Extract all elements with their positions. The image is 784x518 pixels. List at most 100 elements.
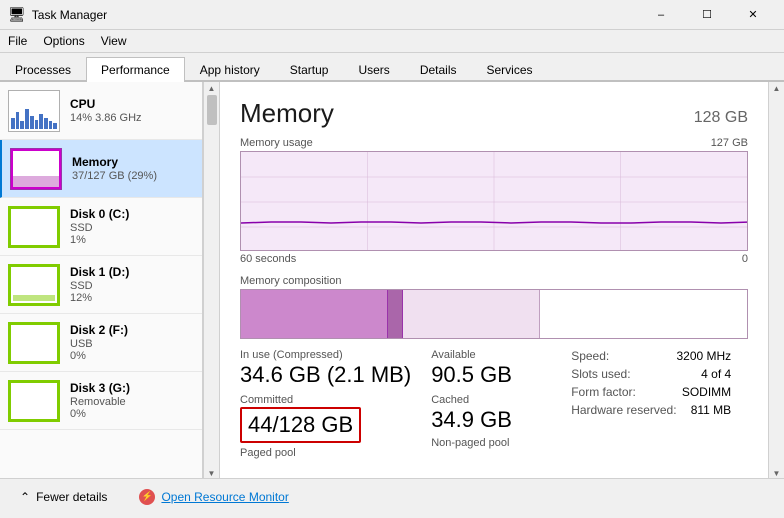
reserved-row: Hardware reserved: 811 MB: [571, 403, 731, 417]
form-label: Form factor:: [571, 385, 636, 399]
memory-info: Memory 37/127 GB (29%): [72, 155, 194, 182]
sidebar-container: CPU 14% 3.86 GHz Memory 37/127 GB (29%): [0, 82, 220, 478]
maximize-button[interactable]: ☐: [684, 0, 730, 30]
app-title: Task Manager: [32, 8, 638, 22]
cached-value: 34.9 GB: [431, 407, 551, 433]
composition-free: [540, 290, 747, 338]
disk3-thumbnail: [8, 380, 60, 422]
content-total: 128 GB: [694, 109, 748, 127]
window-controls: – ☐ ✕: [638, 0, 776, 30]
sidebar-item-cpu[interactable]: CPU 14% 3.86 GHz: [0, 82, 202, 140]
close-button[interactable]: ✕: [730, 0, 776, 30]
tab-processes[interactable]: Processes: [0, 57, 86, 82]
non-paged-label: Non-paged pool: [431, 437, 551, 449]
menu-view[interactable]: View: [93, 32, 135, 50]
slots-row: Slots used: 4 of 4: [571, 367, 731, 381]
speed-row: Speed: 3200 MHz: [571, 349, 731, 363]
disk2-pct: 0%: [70, 350, 194, 362]
sidebar-item-disk3[interactable]: Disk 3 (G:) Removable 0%: [0, 372, 202, 430]
composition-modified: [388, 290, 403, 338]
composition-standby: [403, 290, 540, 338]
chart1-max: 127 GB: [711, 137, 748, 149]
open-resource-monitor-button[interactable]: ⚡ Open Resource Monitor: [131, 485, 296, 509]
tab-performance[interactable]: Performance: [86, 57, 185, 82]
tab-services[interactable]: Services: [472, 57, 548, 82]
fewer-details-label: Fewer details: [36, 490, 107, 504]
memory-usage-chart: [240, 151, 748, 251]
sidebar-item-disk0[interactable]: Disk 0 (C:) SSD 1%: [0, 198, 202, 256]
reserved-value: 811 MB: [691, 403, 731, 417]
tab-users[interactable]: Users: [343, 57, 404, 82]
disk0-info: Disk 0 (C:) SSD 1%: [70, 207, 194, 246]
disk1-label: Disk 1 (D:): [70, 265, 194, 279]
in-use-label: In use (Compressed): [240, 349, 411, 361]
cpu-detail: 14% 3.86 GHz: [70, 112, 194, 124]
menu-bar: File Options View: [0, 30, 784, 53]
available-stat: Available 90.5 GB: [431, 349, 551, 388]
slots-label: Slots used:: [571, 367, 630, 381]
content-header: Memory 128 GB: [240, 98, 748, 129]
cpu-mini-chart: [9, 91, 59, 131]
slots-value: 4 of 4: [701, 367, 731, 381]
disk0-thumbnail: [8, 206, 60, 248]
disk2-label: Disk 2 (F:): [70, 323, 194, 337]
disk0-pct: 1%: [70, 234, 194, 246]
cached-label: Cached: [431, 394, 551, 406]
cached-stat: Cached 34.9 GB: [431, 394, 551, 433]
disk3-label: Disk 3 (G:): [70, 381, 194, 395]
memory-detail: 37/127 GB (29%): [72, 170, 194, 182]
disk3-info: Disk 3 (G:) Removable 0%: [70, 381, 194, 420]
resource-monitor-icon: ⚡: [139, 489, 155, 505]
status-bar: ⌃ Fewer details ⚡ Open Resource Monitor: [0, 478, 784, 514]
chart1-label: Memory usage: [240, 137, 313, 149]
paged-pool-label: Paged pool: [240, 447, 411, 459]
stats-col1: In use (Compressed) 34.6 GB (2.1 MB) Com…: [240, 349, 411, 459]
committed-stat: Committed 44/128 GB: [240, 394, 411, 443]
content-scrollbar[interactable]: ▲ ▼: [768, 82, 784, 478]
sidebar: CPU 14% 3.86 GHz Memory 37/127 GB (29%): [0, 82, 203, 478]
form-row: Form factor: SODIMM: [571, 385, 731, 399]
sidebar-item-memory[interactable]: Memory 37/127 GB (29%): [0, 140, 202, 198]
main-area: CPU 14% 3.86 GHz Memory 37/127 GB (29%): [0, 82, 784, 478]
chart1-zero: 0: [742, 253, 748, 265]
disk0-type: SSD: [70, 222, 194, 234]
committed-label: Committed: [240, 394, 411, 406]
fewer-details-button[interactable]: ⌃ Fewer details: [12, 486, 115, 508]
disk3-pct: 0%: [70, 408, 194, 420]
memory-composition-chart: [240, 289, 748, 339]
committed-value: 44/128 GB: [248, 412, 353, 438]
cpu-info: CPU 14% 3.86 GHz: [70, 97, 194, 124]
speed-value: 3200 MHz: [676, 349, 731, 363]
committed-box: 44/128 GB: [240, 407, 361, 443]
content-area: Memory 128 GB Memory usage 127 GB: [220, 82, 768, 478]
tab-bar: Processes Performance App history Startu…: [0, 53, 784, 82]
stats-col3: Speed: 3200 MHz Slots used: 4 of 4 Form …: [571, 349, 731, 459]
menu-file[interactable]: File: [0, 32, 35, 50]
sidebar-item-disk1[interactable]: Disk 1 (D:) SSD 12%: [0, 256, 202, 314]
disk2-info: Disk 2 (F:) USB 0%: [70, 323, 194, 362]
disk0-label: Disk 0 (C:): [70, 207, 194, 221]
disk1-pct: 12%: [70, 292, 194, 304]
disk1-type: SSD: [70, 280, 194, 292]
chart1-time-labels: 60 seconds 0: [240, 253, 748, 265]
in-use-stat: In use (Compressed) 34.6 GB (2.1 MB): [240, 349, 411, 388]
memory-thumbnail: [10, 148, 62, 190]
title-bar: 🖥 Task Manager – ☐ ✕: [0, 0, 784, 30]
sidebar-scrollbar[interactable]: ▲ ▼: [203, 82, 219, 478]
disk3-type: Removable: [70, 396, 194, 408]
memory-composition-section: Memory composition: [240, 275, 748, 339]
chevron-up-icon: ⌃: [20, 490, 30, 504]
tab-details[interactable]: Details: [405, 57, 472, 82]
menu-options[interactable]: Options: [35, 32, 92, 50]
sidebar-item-disk2[interactable]: Disk 2 (F:) USB 0%: [0, 314, 202, 372]
form-value: SODIMM: [682, 385, 731, 399]
tab-app-history[interactable]: App history: [185, 57, 275, 82]
chart2-label: Memory composition: [240, 275, 341, 287]
stats-col2: Available 90.5 GB Cached 34.9 GB Non-pag…: [431, 349, 551, 459]
disk2-type: USB: [70, 338, 194, 350]
chart1-labels: Memory usage 127 GB: [240, 137, 748, 149]
minimize-button[interactable]: –: [638, 0, 684, 30]
tab-startup[interactable]: Startup: [275, 57, 344, 82]
composition-in-use: [241, 290, 388, 338]
app-icon: 🖥: [8, 6, 26, 23]
